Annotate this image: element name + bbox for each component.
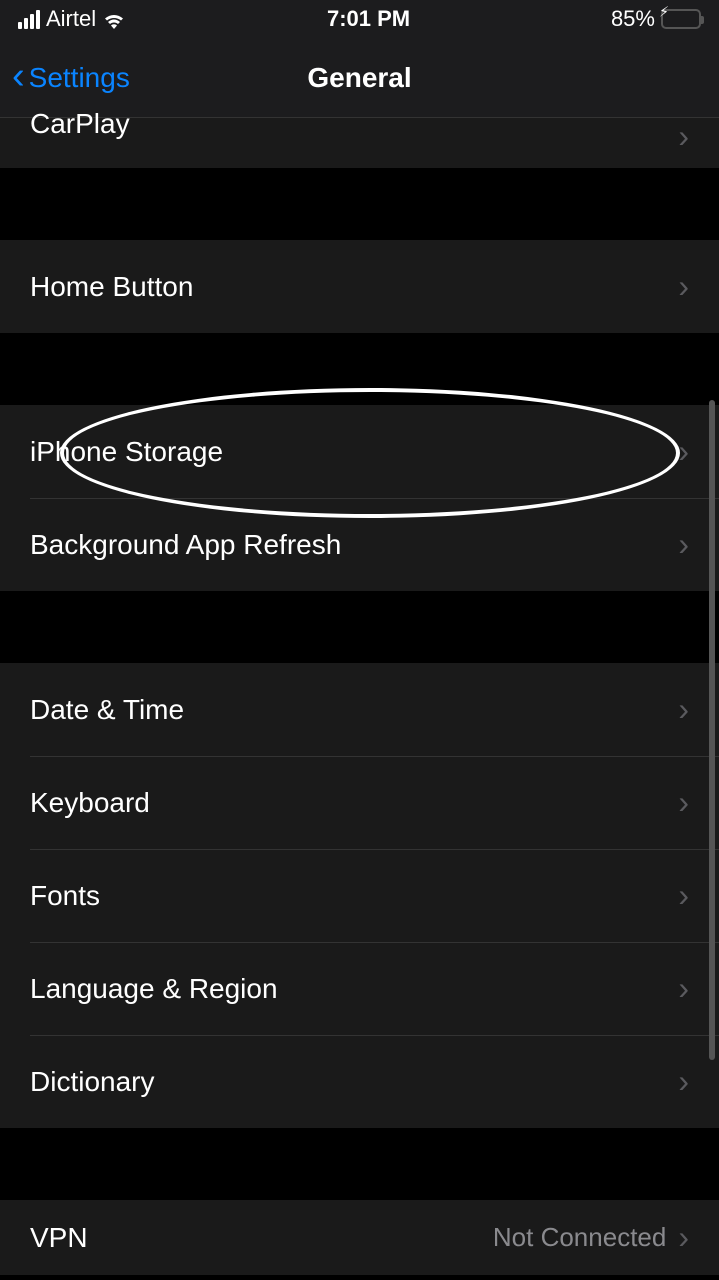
row-background-app-refresh[interactable]: Background App Refresh ›	[0, 498, 719, 591]
cellular-signal-icon	[18, 10, 40, 29]
chevron-right-icon: ›	[678, 784, 689, 821]
chevron-right-icon: ›	[678, 970, 689, 1007]
battery-icon: ⚡︎	[661, 9, 701, 29]
row-label-vpn: VPN	[30, 1222, 493, 1254]
chevron-left-icon: ‹	[12, 57, 25, 95]
wifi-icon	[102, 10, 126, 28]
row-label-background-app-refresh: Background App Refresh	[30, 529, 678, 561]
row-label-fonts: Fonts	[30, 880, 678, 912]
section-gap	[0, 591, 719, 663]
chevron-right-icon: ›	[678, 691, 689, 728]
nav-bar: ‹ Settings General	[0, 38, 719, 118]
row-label-iphone-storage: iPhone Storage	[30, 436, 678, 468]
chevron-right-icon: ›	[678, 526, 689, 563]
row-label-language-region: Language & Region	[30, 973, 678, 1005]
row-date-time[interactable]: Date & Time ›	[0, 663, 719, 756]
row-carplay[interactable]: CarPlay ›	[0, 118, 719, 168]
row-label-date-time: Date & Time	[30, 694, 678, 726]
chevron-right-icon: ›	[678, 118, 689, 155]
row-fonts[interactable]: Fonts ›	[0, 849, 719, 942]
section-gap	[0, 333, 719, 405]
chevron-right-icon: ›	[678, 1063, 689, 1100]
battery-percent: 85%	[611, 6, 655, 32]
row-vpn[interactable]: VPN Not Connected ›	[0, 1200, 719, 1275]
row-language-region[interactable]: Language & Region ›	[0, 942, 719, 1035]
page-title: General	[307, 62, 411, 94]
settings-list: CarPlay › Home Button › iPhone Storage ›…	[0, 118, 719, 1275]
status-left: Airtel	[18, 6, 126, 32]
section-gap	[0, 168, 719, 240]
carrier-label: Airtel	[46, 6, 96, 32]
chevron-right-icon: ›	[678, 1219, 689, 1256]
scrollbar[interactable]	[709, 400, 715, 1060]
row-label-keyboard: Keyboard	[30, 787, 678, 819]
status-time: 7:01 PM	[327, 6, 410, 32]
row-keyboard[interactable]: Keyboard ›	[0, 756, 719, 849]
row-iphone-storage[interactable]: iPhone Storage ›	[0, 405, 719, 498]
status-right: 85% ⚡︎	[611, 6, 701, 32]
row-label-carplay: CarPlay	[30, 108, 678, 140]
row-label-home-button: Home Button	[30, 271, 678, 303]
row-label-dictionary: Dictionary	[30, 1066, 678, 1098]
back-label: Settings	[29, 62, 130, 94]
back-button[interactable]: ‹ Settings	[0, 61, 130, 95]
charging-bolt-icon: ⚡︎	[659, 4, 669, 21]
chevron-right-icon: ›	[678, 268, 689, 305]
row-value-vpn: Not Connected	[493, 1222, 666, 1253]
chevron-right-icon: ›	[678, 433, 689, 470]
chevron-right-icon: ›	[678, 877, 689, 914]
status-bar: Airtel 7:01 PM 85% ⚡︎	[0, 0, 719, 38]
row-home-button[interactable]: Home Button ›	[0, 240, 719, 333]
row-dictionary[interactable]: Dictionary ›	[0, 1035, 719, 1128]
section-gap	[0, 1128, 719, 1200]
